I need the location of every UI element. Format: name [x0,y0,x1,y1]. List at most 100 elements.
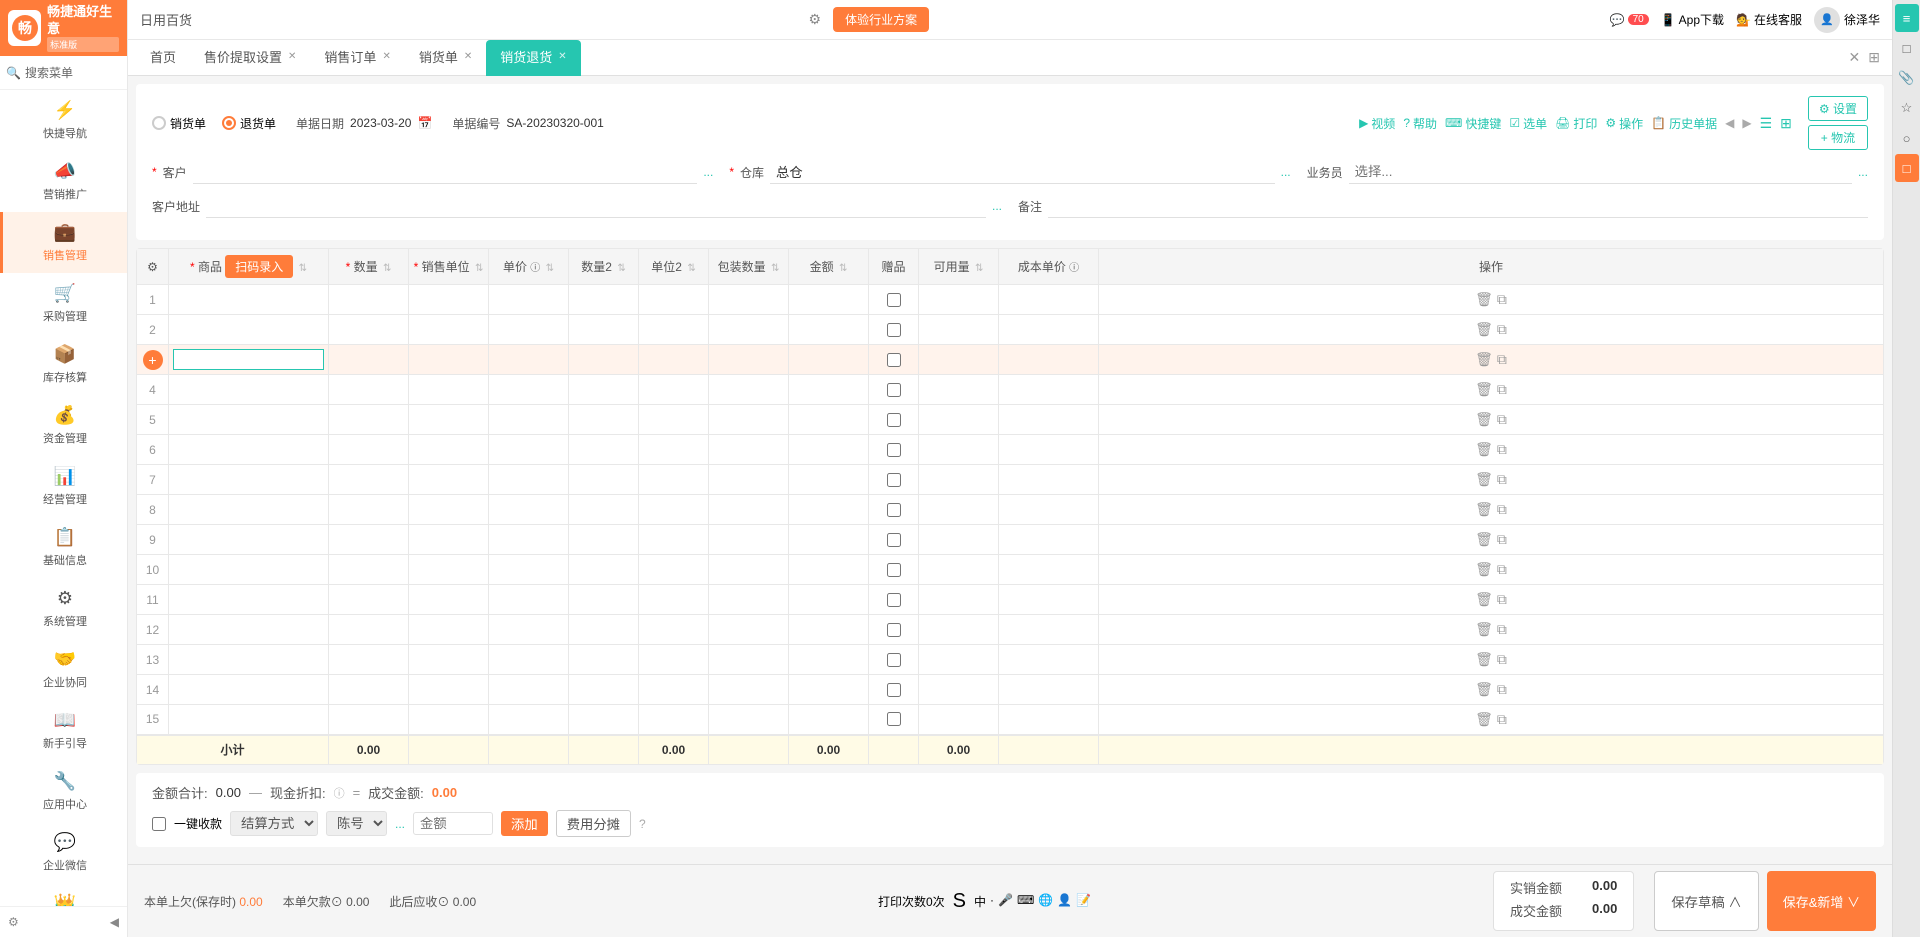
delete-icon-15[interactable]: 🗑 [1475,711,1493,728]
copy-icon-1[interactable]: ⧉ [1497,291,1507,308]
available-cell-10[interactable] [919,555,999,585]
customer-input[interactable] [193,160,698,184]
available-cell-1[interactable] [919,285,999,315]
cost-cell-10[interactable] [999,555,1099,585]
pkg-cell-13[interactable] [709,645,789,675]
gift-checkbox-6[interactable] [887,443,901,457]
qty-cell-3[interactable] [329,345,409,375]
pkg-cell-10[interactable] [709,555,789,585]
tab-price-settings[interactable]: 售价提取设置 ✕ [190,40,310,76]
view-grid-icon[interactable]: ⊞ [1780,115,1792,132]
product-cell-11[interactable] [169,585,329,615]
warehouse-input[interactable] [770,160,1275,184]
amount-cell-6[interactable] [789,435,869,465]
calendar-icon[interactable]: 📅 [417,116,432,130]
radio-return-slip[interactable]: 退货单 [222,115,276,132]
qty2-cell-5[interactable] [569,405,639,435]
gift-checkbox-2[interactable] [887,323,901,337]
price-cell-11[interactable] [489,585,569,615]
price-cell-4[interactable] [489,375,569,405]
sidebar-item-wechat[interactable]: 💬 企业微信 [0,822,127,883]
unit-cell-9[interactable] [409,525,489,555]
qty-cell-8[interactable] [329,495,409,525]
pkg-cell-11[interactable] [709,585,789,615]
copy-icon-6[interactable]: ⧉ [1497,441,1507,458]
amount-input[interactable] [413,812,493,835]
salesperson-dots[interactable]: ... [1858,165,1868,179]
cost-cell-12[interactable] [999,615,1099,645]
delete-icon-7[interactable]: 🗑 [1475,471,1493,488]
nav-prev-icon[interactable]: ◀ [1725,116,1734,130]
copy-icon-11[interactable]: ⧉ [1497,591,1507,608]
unit2-cell-14[interactable] [639,675,709,705]
right-panel-btn-2[interactable]: □ [1895,34,1919,62]
gift-checkbox-12[interactable] [887,623,901,637]
qty2-cell-15[interactable] [569,705,639,735]
right-panel-btn-5[interactable]: ○ [1895,124,1919,152]
unit-sort-icon[interactable]: ⇅ [475,263,483,274]
qty-cell-14[interactable] [329,675,409,705]
pkg-cell-3[interactable] [709,345,789,375]
right-panel-btn-6[interactable]: □ [1895,154,1919,182]
product-cell-8[interactable] [169,495,329,525]
toolbar-shortcut[interactable]: ⌨ 快捷键 [1445,115,1501,132]
product-cell-5[interactable] [169,405,329,435]
copy-icon-2[interactable]: ⧉ [1497,321,1507,338]
delete-icon-6[interactable]: 🗑 [1475,441,1493,458]
search-menu-item[interactable]: 🔍 搜索菜单 [0,56,127,90]
setting-button[interactable]: ⚙ 设置 [1808,96,1868,121]
unit2-cell-8[interactable] [639,495,709,525]
delete-icon-13[interactable]: 🗑 [1475,651,1493,668]
nav-next-icon[interactable]: ▶ [1742,116,1751,130]
account-select[interactable]: 陈号 [326,811,387,836]
tab-home[interactable]: 首页 [136,40,190,76]
product-cell-7[interactable] [169,465,329,495]
delete-icon-14[interactable]: 🗑 [1475,681,1493,698]
available-cell-8[interactable] [919,495,999,525]
amount-cell-9[interactable] [789,525,869,555]
unit2-cell-10[interactable] [639,555,709,585]
qty-cell-1[interactable] [329,285,409,315]
add-row-button[interactable]: + [143,350,163,370]
price-cell-2[interactable] [489,315,569,345]
salesperson-input[interactable] [1349,160,1852,184]
unit2-cell-15[interactable] [639,705,709,735]
price-cell-3[interactable] [489,345,569,375]
col-settings-header[interactable]: ⚙ [137,249,169,285]
copy-icon-10[interactable]: ⧉ [1497,561,1507,578]
gift-checkbox-5[interactable] [887,413,901,427]
view-list-icon[interactable]: ☰ [1760,115,1773,132]
payment-method-select[interactable]: 结算方式 [230,811,318,836]
unit-cell-7[interactable] [409,465,489,495]
toolbar-help[interactable]: ? 帮助 [1403,115,1437,132]
cost-cell-14[interactable] [999,675,1099,705]
amount-sort-icon[interactable]: ⇅ [839,263,847,274]
qty2-cell-12[interactable] [569,615,639,645]
delete-icon-4[interactable]: 🗑 [1475,381,1493,398]
product-cell-13[interactable] [169,645,329,675]
product-cell-15[interactable] [169,705,329,735]
add-payment-button[interactable]: 添加 [501,811,548,836]
sidebar-item-marketing[interactable]: 📣 营销推广 [0,151,127,212]
gift-checkbox-11[interactable] [887,593,901,607]
pkg-cell-12[interactable] [709,615,789,645]
tab-sales-order[interactable]: 销售订单 ✕ [310,40,404,76]
amount-cell-3[interactable] [789,345,869,375]
delete-icon-5[interactable]: 🗑 [1475,411,1493,428]
gift-checkbox-15[interactable] [887,712,901,726]
product-cell-9[interactable] [169,525,329,555]
unit2-cell-6[interactable] [639,435,709,465]
qty2-cell-14[interactable] [569,675,639,705]
collapse-icon[interactable]: ◀ [110,915,119,929]
unit-cell-12[interactable] [409,615,489,645]
qty2-cell-11[interactable] [569,585,639,615]
price-cell-15[interactable] [489,705,569,735]
gift-checkbox-14[interactable] [887,683,901,697]
qty-cell-15[interactable] [329,705,409,735]
available-cell-4[interactable] [919,375,999,405]
price-cell-5[interactable] [489,405,569,435]
delete-icon-12[interactable]: 🗑 [1475,621,1493,638]
amount-cell-13[interactable] [789,645,869,675]
available-cell-12[interactable] [919,615,999,645]
available-cell-14[interactable] [919,675,999,705]
